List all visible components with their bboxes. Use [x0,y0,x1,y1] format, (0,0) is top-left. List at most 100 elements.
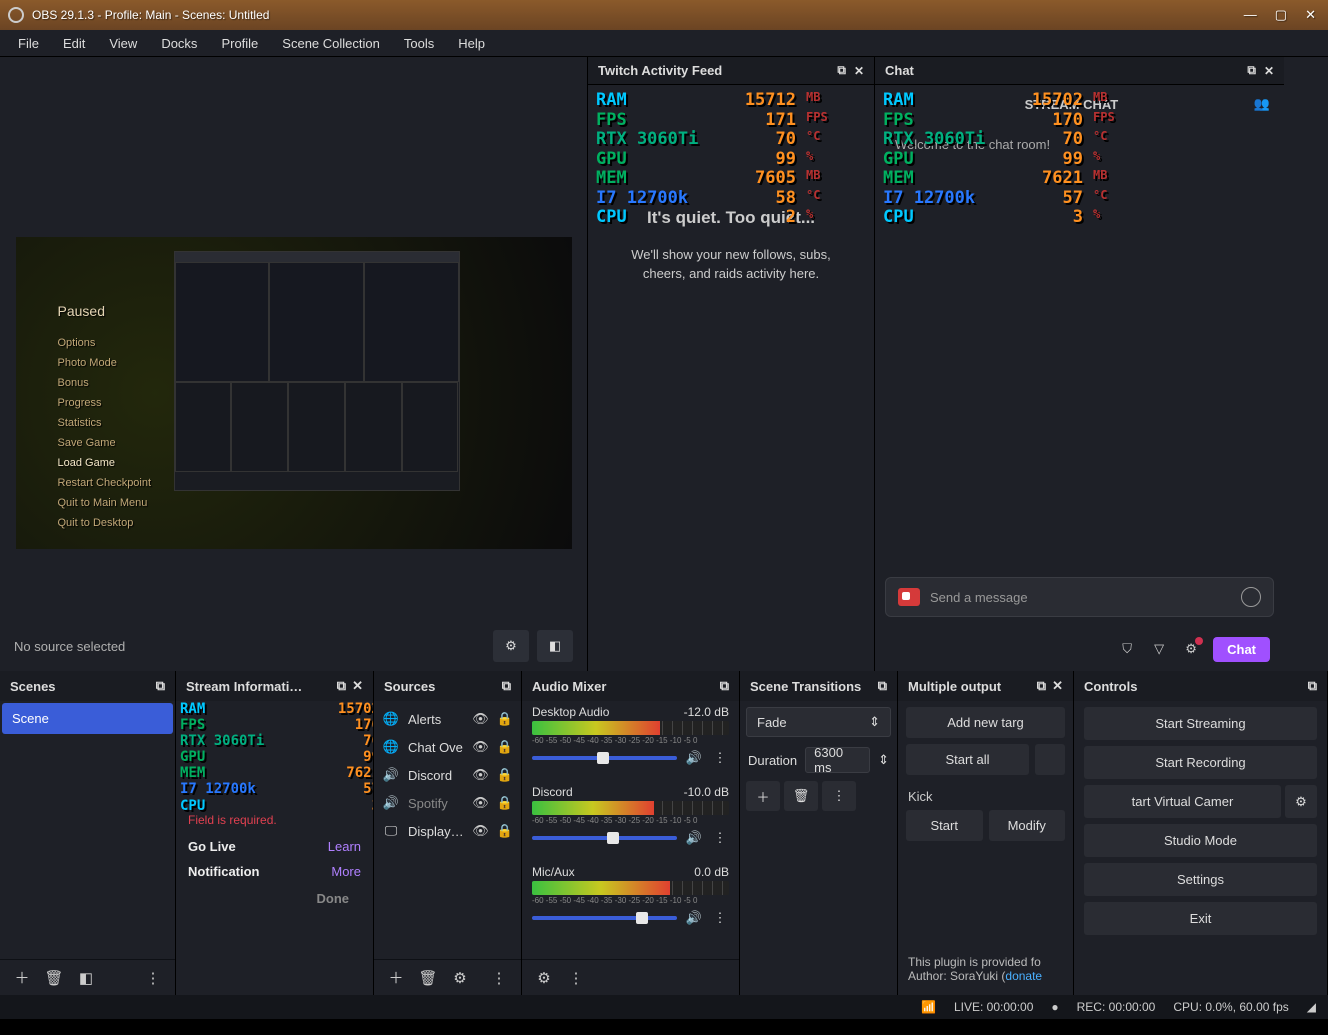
source-filters-button[interactable]: ◧ [537,630,573,662]
visible-icon[interactable]: 👁 [472,739,489,755]
source-item[interactable]: 🌐Chat Ove👁🔒 [374,733,521,761]
stream-chat-heading: STREAM CHAT [1025,97,1119,112]
menu-docks[interactable]: Docks [151,32,207,55]
source-more-button[interactable]: ⋮ [485,964,513,992]
lock-icon[interactable]: 🔒 [497,823,513,839]
chat-close-button[interactable]: ✕ [1264,64,1274,78]
twitch-close-button[interactable]: ✕ [854,64,864,78]
go-live-label: Go Live [188,839,328,854]
start-all-button[interactable]: Start all [906,744,1029,775]
mo-close-button[interactable]: ✕ [1052,678,1063,694]
minimize-button[interactable]: — [1244,7,1257,23]
globe-icon: 🌐 [382,711,400,727]
menu-file[interactable]: File [8,32,49,55]
shield-icon[interactable]: ⛉ [1117,639,1137,659]
mixer-popout-button[interactable]: ⧉ [720,678,729,694]
exit-button[interactable]: Exit [1084,902,1317,935]
scene-delete-button[interactable]: 🗑 [40,964,68,992]
menu-profile[interactable]: Profile [211,32,268,55]
menu-view[interactable]: View [99,32,147,55]
scene-item[interactable]: Scene [2,703,173,734]
transition-more-button[interactable]: ⋮ [822,781,856,811]
preview-canvas[interactable]: Paused Options Photo Mode Bonus Progress… [4,61,583,625]
source-item[interactable]: 🔊Spotify👁🔒 [374,789,521,817]
start-streaming-button[interactable]: Start Streaming [1084,707,1317,740]
activity-sub-label: We'll show your new follows, subs, cheer… [618,245,844,284]
chat-users-icon[interactable]: 👥 [1254,96,1270,112]
scene-add-button[interactable]: ＋ [8,964,36,992]
volume-slider[interactable] [532,916,677,920]
transitions-popout-button[interactable]: ⧉ [878,678,887,694]
chat-popout-button[interactable]: ⧉ [1247,63,1256,78]
mixer-more-button[interactable]: ⋮ [562,964,590,992]
source-settings-button[interactable]: ⚙ [446,964,474,992]
lock-icon[interactable]: 🔒 [497,739,513,755]
menu-tools[interactable]: Tools [394,32,444,55]
settings-button[interactable]: Settings [1084,863,1317,896]
stop-all-button[interactable] [1035,744,1065,775]
resize-grip-icon[interactable]: ◢ [1307,1000,1316,1014]
menu-edit[interactable]: Edit [53,32,95,55]
donate-link[interactable]: donate [1005,969,1042,983]
camera-icon [898,588,920,606]
menu-help[interactable]: Help [448,32,495,55]
done-button[interactable]: Done [188,879,361,918]
source-item[interactable]: 🌐Alerts👁🔒 [374,705,521,733]
source-add-button[interactable]: ＋ [382,964,410,992]
si-popout-button[interactable]: ⧉ [337,678,346,694]
transition-select[interactable]: Fade⇕ [746,707,891,737]
controls-popout-button[interactable]: ⧉ [1308,678,1317,694]
menu-scene-collection[interactable]: Scene Collection [272,32,390,55]
emoji-icon[interactable] [1241,587,1261,607]
add-target-button[interactable]: Add new targ [906,707,1065,738]
channel-more-button[interactable]: ⋮ [711,749,729,767]
filter-icon[interactable]: ▽ [1149,639,1169,659]
lock-icon[interactable]: 🔒 [497,795,513,811]
mo-popout-button[interactable]: ⧉ [1037,678,1046,694]
lock-icon[interactable]: 🔒 [497,767,513,783]
transitions-title: Scene Transitions [750,679,872,694]
modify-button[interactable]: Modify [989,810,1066,841]
source-delete-button[interactable]: 🗑 [414,964,442,992]
virtual-camera-button[interactable]: tart Virtual Camer [1084,785,1281,818]
start-recording-button[interactable]: Start Recording [1084,746,1317,779]
chat-input[interactable]: Send a message [885,577,1274,617]
twitch-dock-title: Twitch Activity Feed [598,63,829,78]
sources-popout-button[interactable]: ⧉ [502,678,511,694]
source-item[interactable]: 🖵Display Ca👁🔒 [374,817,521,845]
lock-icon[interactable]: 🔒 [497,711,513,727]
chat-button[interactable]: Chat [1213,637,1270,662]
source-item[interactable]: 🔊Discord👁🔒 [374,761,521,789]
close-button[interactable]: ✕ [1305,7,1316,23]
scene-filter-button[interactable]: ◧ [72,964,100,992]
scene-more-button[interactable]: ⋮ [139,964,167,992]
maximize-button[interactable]: ▢ [1275,7,1287,23]
source-settings-button[interactable]: ⚙ [493,630,529,662]
spinner-icon[interactable]: ⇕ [878,752,889,768]
studio-mode-button[interactable]: Studio Mode [1084,824,1317,857]
transition-delete-button[interactable]: 🗑 [784,781,818,811]
scenes-popout-button[interactable]: ⧉ [156,678,165,694]
mixer-settings-button[interactable]: ⚙ [530,964,558,992]
vcam-settings-button[interactable]: ⚙ [1285,785,1317,818]
status-bar: 📶 LIVE: 00:00:00 ● REC: 00:00:00 CPU: 0.… [0,995,1328,1019]
si-close-button[interactable]: ✕ [352,678,363,694]
speaker-icon[interactable]: 🔊 [685,749,703,767]
learn-link[interactable]: Learn [328,839,361,854]
volume-slider[interactable] [532,756,677,760]
channel-more-button[interactable]: ⋮ [711,829,729,847]
more-link[interactable]: More [331,864,361,879]
twitch-popout-button[interactable]: ⧉ [837,63,846,78]
volume-slider[interactable] [532,836,677,840]
channel-more-button[interactable]: ⋮ [711,909,729,927]
visible-icon[interactable]: 👁 [472,711,489,727]
chat-settings-icon[interactable]: ⚙ [1181,639,1201,659]
transition-add-button[interactable]: ＋ [746,781,780,811]
visible-icon[interactable]: 👁 [472,823,489,839]
visible-icon[interactable]: 👁 [472,767,489,783]
visible-icon[interactable]: 👁 [472,795,489,811]
speaker-icon[interactable]: 🔊 [685,909,703,927]
start-button[interactable]: Start [906,810,983,841]
speaker-icon[interactable]: 🔊 [685,829,703,847]
duration-input[interactable]: 6300 ms [805,747,870,773]
